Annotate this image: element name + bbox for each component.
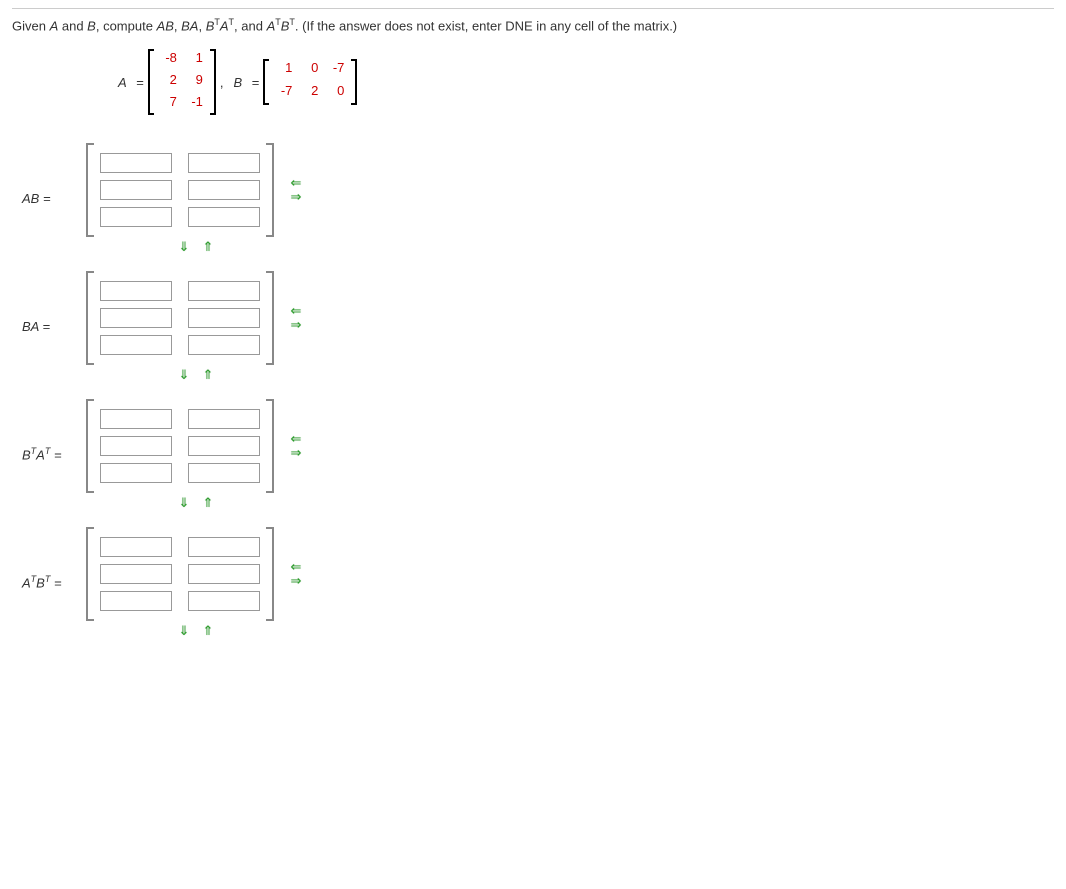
ab-cell[interactable] (188, 180, 260, 200)
shrink-rows-icon[interactable]: ⇑ (198, 369, 218, 381)
grow-rows-icon[interactable]: ⇓ (174, 369, 194, 381)
grow-cols-icon[interactable]: ⇒ (286, 447, 306, 459)
label-ATBT: ATBT = (22, 574, 86, 590)
grow-cols-icon[interactable]: ⇒ (286, 191, 306, 203)
atbt-cell[interactable] (188, 564, 260, 584)
question-text: Given A and B, compute AB, BA, BTAT, and… (12, 17, 1054, 33)
atbt-cell[interactable] (100, 537, 172, 557)
ba-cell[interactable] (188, 335, 260, 355)
btat-cell[interactable] (100, 409, 172, 429)
shrink-cols-icon[interactable]: ⇐ (286, 305, 306, 317)
grow-rows-icon[interactable]: ⇓ (174, 497, 194, 509)
ab-cell[interactable] (188, 207, 260, 227)
btat-cell[interactable] (100, 436, 172, 456)
shrink-rows-icon[interactable]: ⇑ (198, 241, 218, 253)
atbt-cell[interactable] (100, 564, 172, 584)
ab-cell[interactable] (100, 153, 172, 173)
shrink-cols-icon[interactable]: ⇐ (286, 433, 306, 445)
label-AB: AB = (22, 191, 86, 206)
atbt-cell[interactable] (100, 591, 172, 611)
btat-cell[interactable] (188, 409, 260, 429)
answer-ATBT: ATBT = ⇐ ⇒ ⇓ ⇑ (22, 527, 1054, 637)
ba-cell[interactable] (188, 281, 260, 301)
ab-cell[interactable] (100, 180, 172, 200)
answer-BTAT: BTAT = ⇐ ⇒ ⇓ ⇑ (22, 399, 1054, 509)
grow-rows-icon[interactable]: ⇓ (174, 625, 194, 637)
ab-cell[interactable] (188, 153, 260, 173)
ba-cell[interactable] (100, 281, 172, 301)
grow-cols-icon[interactable]: ⇒ (286, 575, 306, 587)
answer-BA: BA = ⇐ ⇒ ⇓ ⇑ (22, 271, 1054, 381)
label-BTAT: BTAT = (22, 446, 86, 462)
btat-cell[interactable] (100, 463, 172, 483)
matrix-A: -81 29 7-1 (156, 49, 208, 115)
ba-cell[interactable] (100, 308, 172, 328)
given-matrices: A = -81 29 7-1 , B = 10-7 (112, 49, 1054, 115)
shrink-cols-icon[interactable]: ⇐ (286, 561, 306, 573)
btat-cell[interactable] (188, 463, 260, 483)
ba-cell[interactable] (100, 335, 172, 355)
shrink-rows-icon[interactable]: ⇑ (198, 497, 218, 509)
atbt-cell[interactable] (188, 591, 260, 611)
matrix-B: 10-7 -720 (271, 59, 349, 105)
atbt-cell[interactable] (188, 537, 260, 557)
shrink-rows-icon[interactable]: ⇑ (198, 625, 218, 637)
grow-cols-icon[interactable]: ⇒ (286, 319, 306, 331)
ba-cell[interactable] (188, 308, 260, 328)
answer-AB: AB = ⇐ ⇒ ⇓ ⇑ (22, 143, 1054, 253)
label-BA: BA = (22, 319, 86, 334)
btat-cell[interactable] (188, 436, 260, 456)
grow-rows-icon[interactable]: ⇓ (174, 241, 194, 253)
ab-cell[interactable] (100, 207, 172, 227)
shrink-cols-icon[interactable]: ⇐ (286, 177, 306, 189)
